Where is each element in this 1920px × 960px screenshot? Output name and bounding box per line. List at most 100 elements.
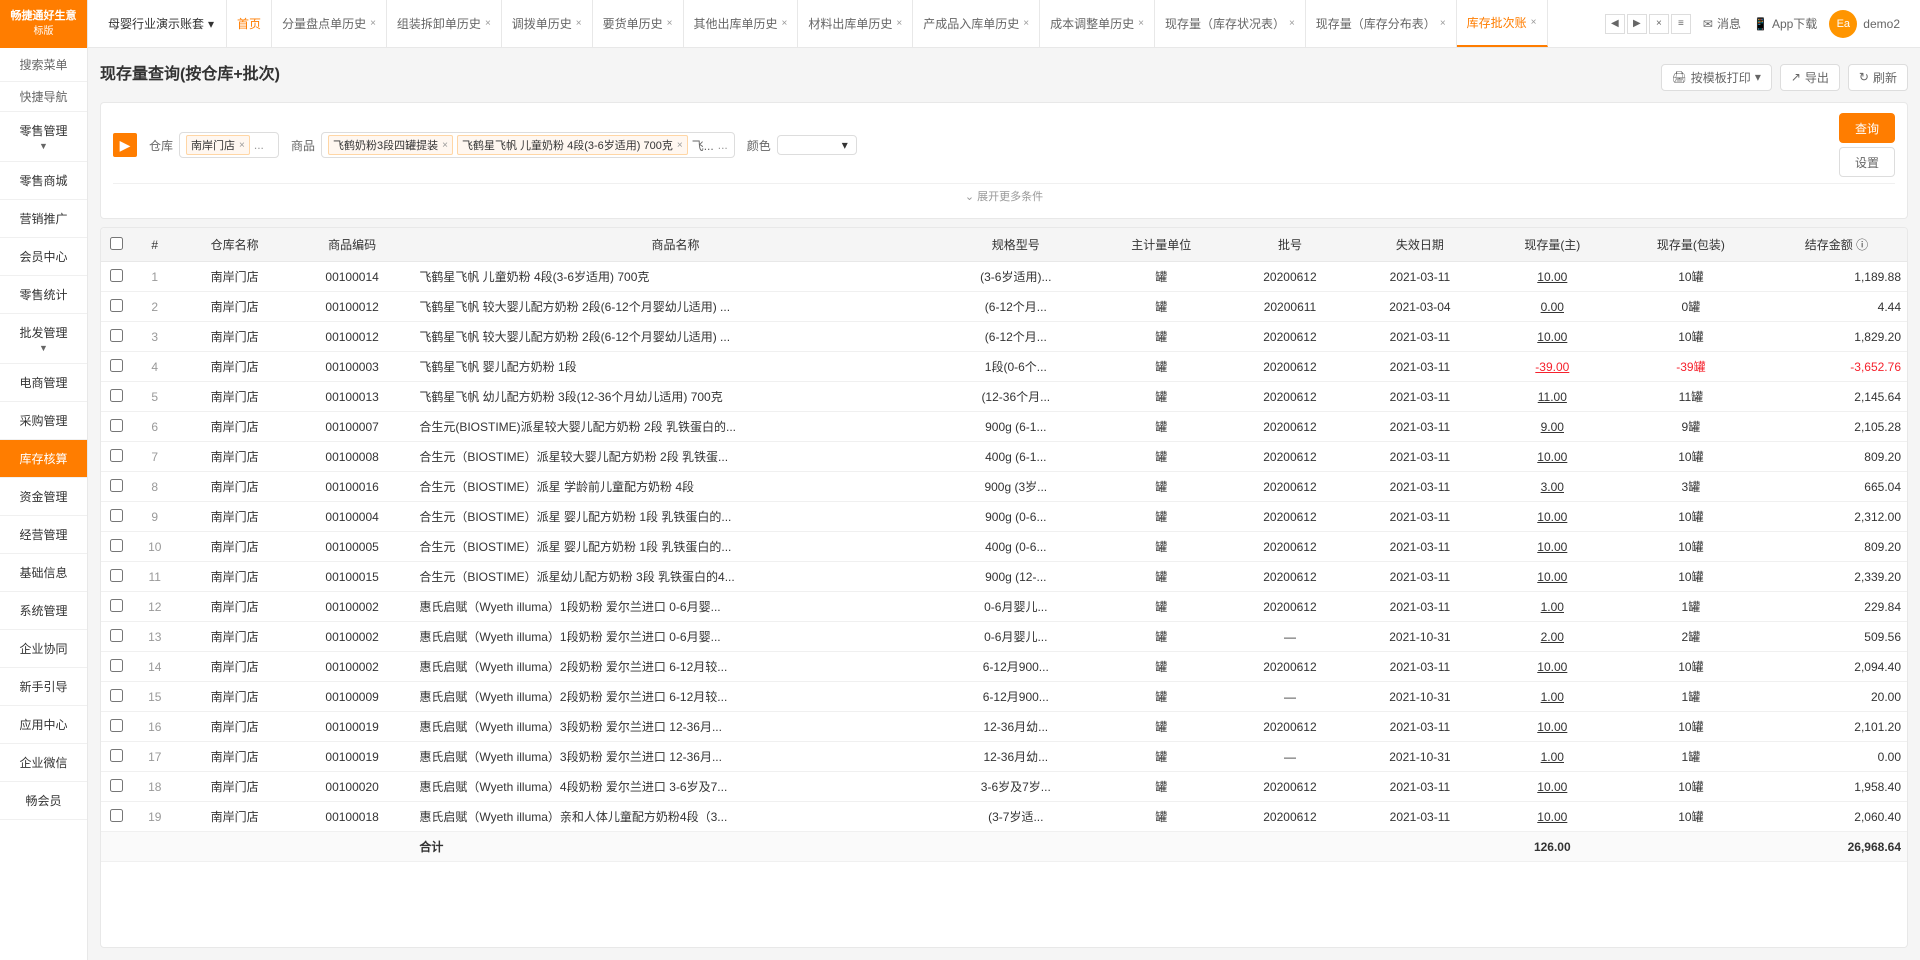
- row-qty-main[interactable]: -39.00: [1489, 352, 1616, 382]
- close-icon[interactable]: ×: [1440, 18, 1446, 29]
- row-checkbox[interactable]: [101, 322, 131, 352]
- row-qty-main[interactable]: 2.00: [1489, 622, 1616, 652]
- tab-batch-ledger[interactable]: 库存批次账 ×: [1457, 0, 1548, 47]
- nav-menu-btn[interactable]: ≡: [1671, 14, 1691, 34]
- row-qty-main[interactable]: 1.00: [1489, 742, 1616, 772]
- row-checkbox[interactable]: [101, 742, 131, 772]
- row-qty-main[interactable]: 10.00: [1489, 772, 1616, 802]
- sidebar-item-retail-stats[interactable]: 零售统计: [0, 276, 87, 314]
- row-qty-main[interactable]: 1.00: [1489, 592, 1616, 622]
- print-template-btn[interactable]: 🖨 按模板打印 ▾: [1661, 64, 1772, 91]
- warehouse-tag-nanan[interactable]: 南岸门店 ×: [186, 135, 250, 155]
- tag-close-icon[interactable]: ×: [677, 140, 683, 151]
- row-checkbox[interactable]: [101, 352, 131, 382]
- tag-close-icon[interactable]: ×: [442, 140, 448, 151]
- row-checkbox[interactable]: [101, 472, 131, 502]
- warehouse-dots[interactable]: ...: [254, 138, 264, 152]
- sidebar-item-purchase[interactable]: 采购管理: [0, 402, 87, 440]
- tab-pick[interactable]: 调拨单历史 ×: [502, 0, 593, 47]
- row-checkbox[interactable]: [101, 532, 131, 562]
- row-checkbox[interactable]: [101, 562, 131, 592]
- row-checkbox[interactable]: [101, 502, 131, 532]
- sidebar-item-apps[interactable]: 应用中心: [0, 706, 87, 744]
- row-qty-main[interactable]: 10.00: [1489, 442, 1616, 472]
- select-all-checkbox[interactable]: [110, 237, 123, 250]
- row-qty-main[interactable]: 10.00: [1489, 802, 1616, 832]
- color-dropdown[interactable]: ▾: [777, 135, 857, 155]
- row-qty-main[interactable]: 10.00: [1489, 562, 1616, 592]
- row-qty-main[interactable]: 10.00: [1489, 712, 1616, 742]
- sidebar-item-guide[interactable]: 新手引导: [0, 668, 87, 706]
- row-checkbox[interactable]: [101, 682, 131, 712]
- nav-next-btn[interactable]: ▶: [1627, 14, 1647, 34]
- row-qty-main[interactable]: 10.00: [1489, 652, 1616, 682]
- row-qty-main[interactable]: 0.00: [1489, 292, 1616, 322]
- filter-expand-btn[interactable]: ▶: [113, 133, 137, 157]
- user-avatar[interactable]: Ea demo2: [1829, 10, 1900, 38]
- sidebar-item-member2[interactable]: 畅会员: [0, 782, 87, 820]
- tag-close-icon[interactable]: ×: [239, 140, 245, 151]
- sidebar-item-batch-mgmt[interactable]: 批发管理 ▼: [0, 314, 87, 364]
- warehouse-input[interactable]: 南岸门店 × ...: [179, 132, 279, 158]
- row-checkbox[interactable]: [101, 592, 131, 622]
- row-qty-main[interactable]: 9.00: [1489, 412, 1616, 442]
- row-qty-main[interactable]: 11.00: [1489, 382, 1616, 412]
- row-checkbox[interactable]: [101, 442, 131, 472]
- tab-product-in[interactable]: 产成品入库单历史 ×: [913, 0, 1040, 47]
- sidebar-item-collab[interactable]: 企业协同: [0, 630, 87, 668]
- product-tag-feihe4[interactable]: 飞鹤星飞帆 儿童奶粉 4段(3-6岁适用) 700克 ×: [457, 135, 688, 155]
- tab-other-out[interactable]: 其他出库单历史 ×: [684, 0, 799, 47]
- messages-btn[interactable]: ✉ 消息: [1703, 15, 1741, 32]
- close-icon[interactable]: ×: [896, 18, 902, 29]
- sidebar-item-ecommerce[interactable]: 电商管理: [0, 364, 87, 402]
- sidebar-item-system[interactable]: 系统管理: [0, 592, 87, 630]
- tab-split-inventory[interactable]: 分量盘点单历史 ×: [272, 0, 387, 47]
- nav-prev-btn[interactable]: ◀: [1605, 14, 1625, 34]
- product-dots[interactable]: ...: [718, 138, 728, 152]
- row-checkbox[interactable]: [101, 652, 131, 682]
- app-download-btn[interactable]: 📱 App下载: [1753, 15, 1817, 32]
- sidebar-item-retail-mall[interactable]: 零售商城: [0, 162, 87, 200]
- row-qty-main[interactable]: 10.00: [1489, 262, 1616, 292]
- row-checkbox[interactable]: [101, 412, 131, 442]
- sidebar-item-basic-info[interactable]: 基础信息: [0, 554, 87, 592]
- sidebar-item-enterprise-wechat[interactable]: 企业微信: [0, 744, 87, 782]
- tab-inventory-status[interactable]: 现存量（库存状况表） ×: [1155, 0, 1306, 47]
- sidebar-item-inventory[interactable]: 库存核算: [0, 440, 87, 478]
- account-dropdown[interactable]: 母婴行业演示账套 ▾: [96, 0, 227, 47]
- close-icon[interactable]: ×: [1289, 18, 1295, 29]
- row-checkbox[interactable]: [101, 382, 131, 412]
- row-checkbox[interactable]: [101, 262, 131, 292]
- product-input[interactable]: 飞鹤奶粉3段四罐提装 × 飞鹤星飞帆 儿童奶粉 4段(3-6岁适用) 700克 …: [321, 132, 735, 158]
- row-qty-main[interactable]: 10.00: [1489, 502, 1616, 532]
- refresh-btn[interactable]: ↻ 刷新: [1848, 64, 1908, 91]
- row-checkbox[interactable]: [101, 772, 131, 802]
- close-icon[interactable]: ×: [485, 18, 491, 29]
- close-icon[interactable]: ×: [667, 18, 673, 29]
- product-tag-feihe3[interactable]: 飞鹤奶粉3段四罐提装 ×: [328, 135, 453, 155]
- nav-close-btn[interactable]: ×: [1649, 14, 1669, 34]
- close-icon[interactable]: ×: [1531, 17, 1537, 28]
- tab-inventory-dist[interactable]: 现存量（库存分布表） ×: [1306, 0, 1457, 47]
- tab-material-out[interactable]: 材料出库单历史 ×: [798, 0, 913, 47]
- sidebar-item-member[interactable]: 会员中心: [0, 238, 87, 276]
- tab-cost-adjust[interactable]: 成本调整单历史 ×: [1040, 0, 1155, 47]
- settings-btn[interactable]: 设置: [1839, 147, 1895, 177]
- close-icon[interactable]: ×: [1023, 18, 1029, 29]
- sidebar-item-marketing[interactable]: 营销推广: [0, 200, 87, 238]
- tab-home[interactable]: 首页: [227, 0, 272, 47]
- sidebar-item-finance[interactable]: 资金管理: [0, 478, 87, 516]
- quick-nav[interactable]: 快捷导航: [0, 82, 87, 112]
- sidebar-item-operation[interactable]: 经营管理: [0, 516, 87, 554]
- row-checkbox[interactable]: [101, 802, 131, 832]
- row-checkbox[interactable]: [101, 712, 131, 742]
- export-btn[interactable]: ↗ 导出: [1780, 64, 1840, 91]
- close-icon[interactable]: ×: [782, 18, 788, 29]
- row-qty-main[interactable]: 3.00: [1489, 472, 1616, 502]
- sidebar-item-retail-mgmt[interactable]: 零售管理 ▼: [0, 112, 87, 162]
- close-icon[interactable]: ×: [370, 18, 376, 29]
- search-menu[interactable]: 搜索菜单: [0, 48, 87, 82]
- row-qty-main[interactable]: 10.00: [1489, 532, 1616, 562]
- query-btn[interactable]: 查询: [1839, 113, 1895, 143]
- row-qty-main[interactable]: 10.00: [1489, 322, 1616, 352]
